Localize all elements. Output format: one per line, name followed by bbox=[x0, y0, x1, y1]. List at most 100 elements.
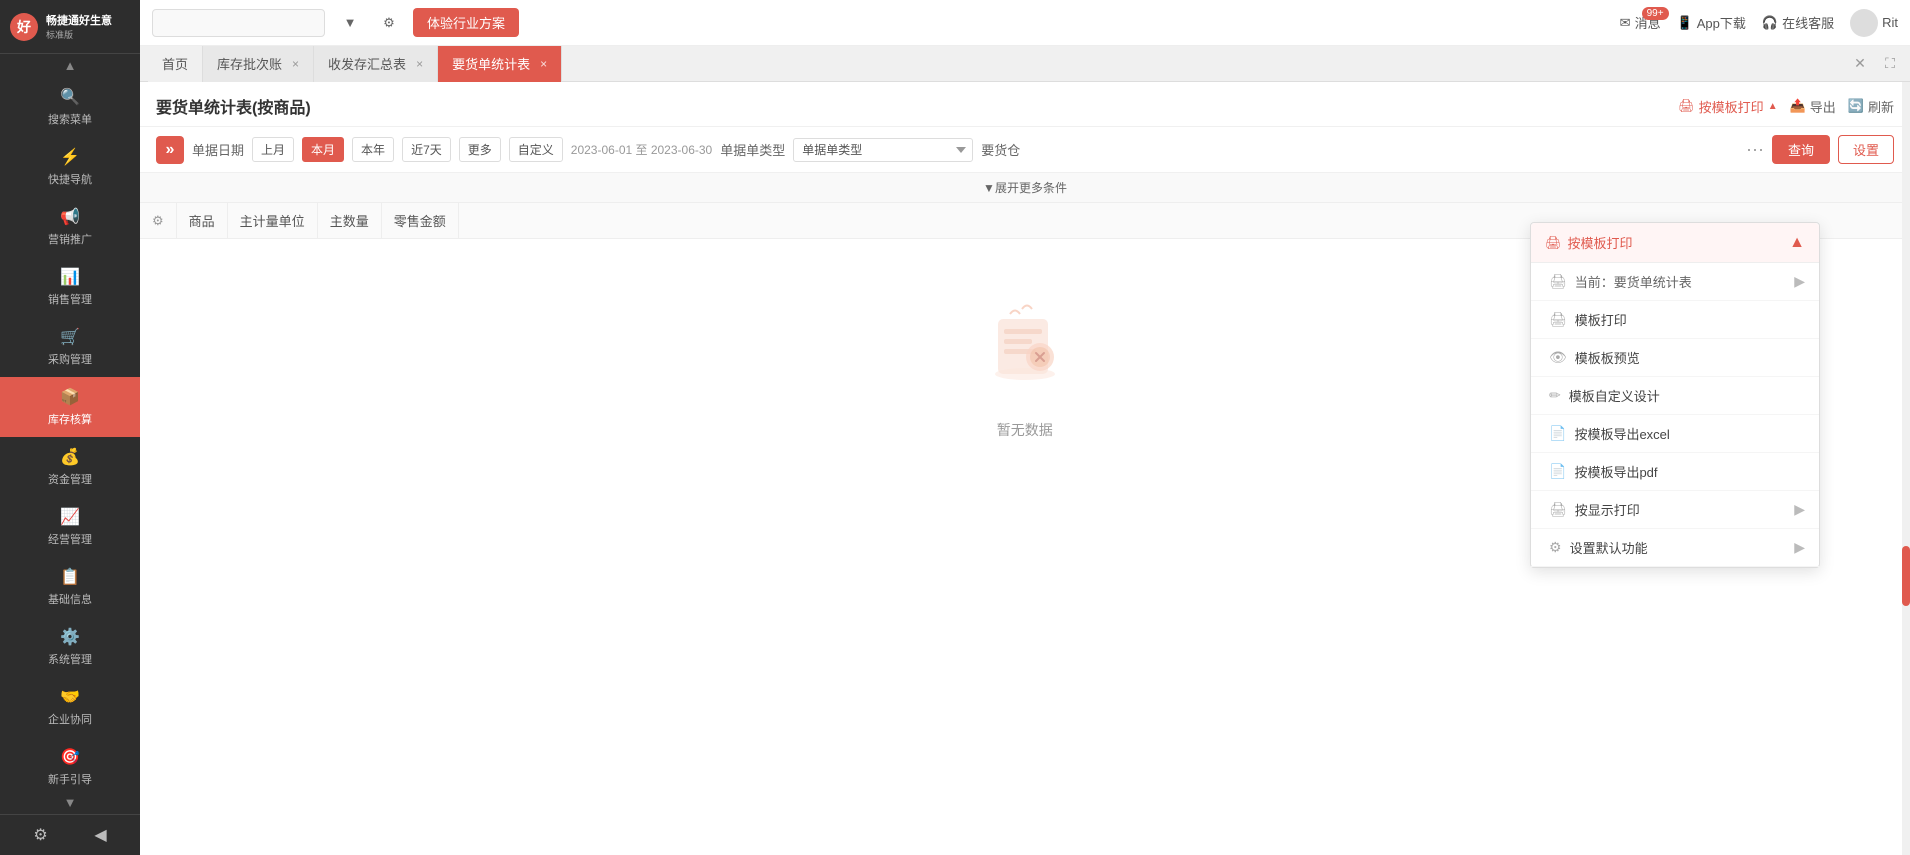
export-excel-icon: 📄 bbox=[1549, 425, 1566, 442]
page-content: 要货单统计表(按商品) 🖨 按模板打印 ▲ 📤 导出 🔄 刷新 » bbox=[140, 82, 1910, 855]
sidebar: 好 畅捷通好生意 标准版 ▲ 🔍 搜索菜单 ⚡ 快捷导航 📢 营销推广 📊 销售… bbox=[0, 0, 140, 855]
settings-icon[interactable]: ⚙ bbox=[33, 825, 47, 845]
tab-close-receipt-summary[interactable]: × bbox=[416, 57, 423, 71]
export-btn[interactable]: 📤 导出 bbox=[1790, 97, 1836, 116]
message-btn[interactable]: ✉ 消息 99+ bbox=[1620, 13, 1661, 32]
refresh-btn[interactable]: 🔄 刷新 bbox=[1848, 97, 1894, 116]
current-item-icon: 🖨 bbox=[1549, 273, 1567, 290]
query-btn[interactable]: 查询 bbox=[1772, 135, 1830, 164]
tab-inventory-batch[interactable]: 库存批次账 × bbox=[203, 46, 314, 82]
sales-icon: 📊 bbox=[60, 267, 80, 287]
print-icon: 🖨 bbox=[1678, 98, 1695, 114]
expand-more-bar[interactable]: ▼ 展开更多条件 bbox=[140, 173, 1910, 203]
search-input[interactable] bbox=[152, 9, 325, 37]
expand-label: 展开更多条件 bbox=[995, 179, 1067, 196]
print-item-export-excel[interactable]: 📄 按模板导出excel bbox=[1531, 415, 1819, 453]
sidebar-item-basic-info[interactable]: 📋 基础信息 bbox=[0, 557, 140, 617]
print-item-template-print[interactable]: 🖨 模板打印 bbox=[1531, 301, 1819, 339]
enterprise-icon: 🤝 bbox=[60, 687, 80, 707]
topbar-gear-icon[interactable]: ⚙ bbox=[375, 9, 403, 37]
main-content: ▼ ⚙ 体验行业方案 ✉ 消息 99+ 📱 App下载 🎧 在线客服 Rit bbox=[140, 0, 1910, 855]
print-item-template-design[interactable]: ✏ 模板自定义设计 bbox=[1531, 377, 1819, 415]
sidebar-item-guide[interactable]: 🎯 新手引导 bbox=[0, 737, 140, 791]
sidebar-item-enterprise[interactable]: 🤝 企业协同 bbox=[0, 677, 140, 737]
print-item-export-pdf[interactable]: 📄 按模板导出pdf bbox=[1531, 453, 1819, 491]
sidebar-item-operations[interactable]: 📈 经营管理 bbox=[0, 497, 140, 557]
print-item-template-preview[interactable]: 👁 模板板预览 bbox=[1531, 339, 1819, 377]
tab-home[interactable]: 首页 bbox=[148, 46, 203, 82]
sidebar-item-system[interactable]: ⚙️ 系统管理 bbox=[0, 617, 140, 677]
search-dropdown-btn[interactable]: ▼ bbox=[335, 9, 365, 37]
display-print-icon: 🖨 bbox=[1549, 501, 1567, 518]
tab-requisition-stats[interactable]: 要货单统计表 × bbox=[438, 46, 562, 82]
date-btn-custom[interactable]: 自定义 bbox=[509, 137, 563, 162]
print-template-btn[interactable]: 🖨 按模板打印 ▲ bbox=[1678, 97, 1777, 116]
date-btn-last-month[interactable]: 上月 bbox=[252, 137, 294, 162]
template-preview-icon: 👁 bbox=[1549, 349, 1567, 366]
tab-receipt-summary[interactable]: 收发存汇总表 × bbox=[314, 46, 438, 82]
tab-close-window-btn[interactable]: ✕ bbox=[1848, 52, 1872, 76]
marketing-icon: 📢 bbox=[60, 207, 80, 227]
current-item-arrow: ▶ bbox=[1794, 273, 1805, 290]
export-pdf-icon: 📄 bbox=[1549, 463, 1566, 480]
online-service-icon: 🎧 bbox=[1762, 15, 1778, 31]
tab-bar: 首页 库存批次账 × 收发存汇总表 × 要货单统计表 × ✕ ⛶ bbox=[140, 46, 1910, 82]
user-avatar[interactable]: Rit bbox=[1850, 9, 1898, 37]
system-icon: ⚙️ bbox=[60, 627, 80, 647]
type-select[interactable]: 单据单类型 bbox=[793, 138, 973, 162]
sidebar-item-quick-nav[interactable]: ⚡ 快捷导航 bbox=[0, 137, 140, 197]
message-icon: ✉ bbox=[1620, 15, 1631, 31]
refresh-icon: 🔄 bbox=[1848, 98, 1864, 114]
trial-btn[interactable]: 体验行业方案 bbox=[413, 8, 519, 37]
sidebar-item-purchase[interactable]: 🛒 采购管理 bbox=[0, 317, 140, 377]
export-icon: 📤 bbox=[1790, 98, 1806, 114]
quick-nav-icon: ⚡ bbox=[60, 147, 80, 167]
more-options-btn[interactable]: ··· bbox=[1746, 139, 1764, 160]
col-unit: 主计量单位 bbox=[227, 203, 317, 239]
print-dropdown-close-btn[interactable]: ▲ bbox=[1789, 234, 1805, 252]
sidebar-item-sales[interactable]: 📊 销售管理 bbox=[0, 257, 140, 317]
col-settings-icon[interactable]: ⚙ bbox=[152, 213, 164, 228]
sidebar-item-inventory[interactable]: 📦 库存核算 bbox=[0, 377, 140, 437]
display-print-arrow: ▶ bbox=[1794, 501, 1805, 518]
print-item-set-default[interactable]: ⚙ 设置默认功能 ▶ bbox=[1531, 529, 1819, 567]
collapse-icon[interactable]: ◀ bbox=[94, 825, 106, 845]
date-btn-more[interactable]: 更多 bbox=[459, 137, 501, 162]
filter-collapse-btn[interactable]: » bbox=[156, 136, 184, 164]
tab-close-inventory-batch[interactable]: × bbox=[292, 57, 299, 71]
print-item-display-print[interactable]: 🖨 按显示打印 ▶ bbox=[1531, 491, 1819, 529]
scroll-down-arrow[interactable]: ▼ bbox=[0, 791, 140, 814]
print-dropdown-header: 🖨 按模板打印 ▲ bbox=[1531, 223, 1819, 263]
date-range: 2023-06-01 至 2023-06-30 bbox=[571, 141, 712, 158]
scroll-up-arrow[interactable]: ▲ bbox=[0, 54, 140, 77]
settings-filter-btn[interactable]: 设置 bbox=[1838, 135, 1894, 164]
print-dropdown-title: 🖨 按模板打印 bbox=[1545, 233, 1633, 252]
date-btn-this-year[interactable]: 本年 bbox=[352, 137, 394, 162]
purchase-icon: 🛒 bbox=[60, 327, 80, 347]
sidebar-nav: 🔍 搜索菜单 ⚡ 快捷导航 📢 营销推广 📊 销售管理 🛒 采购管理 📦 库存核… bbox=[0, 77, 140, 791]
date-btn-7days[interactable]: 近7天 bbox=[402, 137, 451, 162]
online-service-btn[interactable]: 🎧 在线客服 bbox=[1762, 13, 1834, 32]
date-btn-this-month[interactable]: 本月 bbox=[302, 137, 344, 162]
sidebar-item-search[interactable]: 🔍 搜索菜单 bbox=[0, 77, 140, 137]
col-amount: 零售金额 bbox=[381, 203, 458, 239]
app-logo: 好 畅捷通好生意 标准版 bbox=[0, 0, 140, 54]
filter-right: ··· 查询 设置 bbox=[1746, 135, 1894, 164]
topbar: ▼ ⚙ 体验行业方案 ✉ 消息 99+ 📱 App下载 🎧 在线客服 Rit bbox=[140, 0, 1910, 46]
sidebar-item-marketing[interactable]: 📢 营销推广 bbox=[0, 197, 140, 257]
sidebar-item-finance[interactable]: 💰 资金管理 bbox=[0, 437, 140, 497]
print-dropdown: 🖨 按模板打印 ▲ 🖨 当前：要货单统计表 ▶ 🖨 模板打印 bbox=[1530, 222, 1820, 568]
empty-icon bbox=[980, 299, 1070, 408]
expand-icon: ▼ bbox=[983, 181, 995, 195]
tab-expand-btn[interactable]: ⛶ bbox=[1878, 52, 1902, 76]
page-header: 要货单统计表(按商品) 🖨 按模板打印 ▲ 📤 导出 🔄 刷新 bbox=[140, 82, 1910, 127]
right-scrollbar[interactable] bbox=[1902, 82, 1910, 855]
tab-close-requisition-stats[interactable]: × bbox=[540, 57, 547, 71]
print-item-current[interactable]: 🖨 当前：要货单统计表 ▶ bbox=[1531, 263, 1819, 301]
scrollbar-thumb[interactable] bbox=[1902, 546, 1910, 606]
cargo-label: 要货仓 bbox=[981, 140, 1020, 159]
avatar-img bbox=[1850, 9, 1878, 37]
app-download-btn[interactable]: 📱 App下载 bbox=[1677, 13, 1746, 32]
col-settings[interactable]: ⚙ bbox=[140, 203, 176, 239]
logo-text: 畅捷通好生意 标准版 bbox=[46, 12, 112, 41]
